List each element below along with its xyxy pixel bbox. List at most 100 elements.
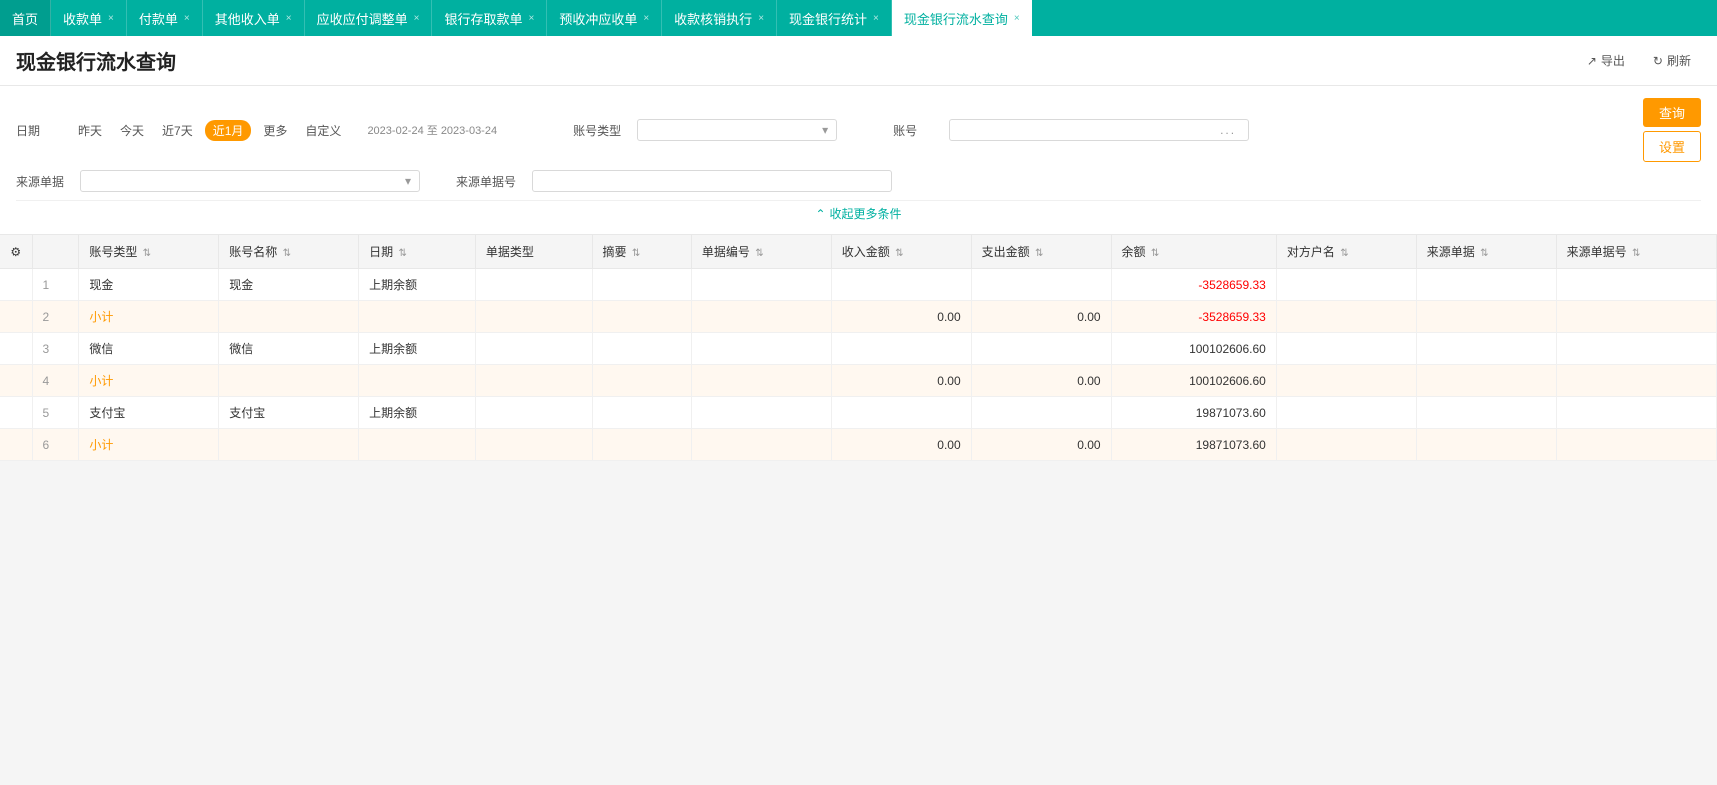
table-row[interactable]: 6 小计 0.00 0.00 19871073.60 bbox=[0, 429, 1717, 461]
nav-close-cash-flow[interactable]: × bbox=[1014, 13, 1020, 24]
sort-doc-no-icon[interactable]: ⇅ bbox=[755, 248, 763, 259]
table-row[interactable]: 5 支付宝 支付宝 上期余额 19871073.60 bbox=[0, 397, 1717, 429]
nav-close-writeoff[interactable]: × bbox=[758, 13, 764, 24]
source-doc-select[interactable]: ▾ bbox=[80, 170, 420, 192]
export-button[interactable]: ↗ 导出 bbox=[1577, 48, 1635, 73]
source-doc-no-input[interactable] bbox=[541, 174, 883, 188]
summary-cell bbox=[592, 365, 691, 397]
page-header: 现金银行流水查询 ↗ 导出 ↻ 刷新 bbox=[0, 36, 1717, 86]
row-num: 1 bbox=[32, 269, 79, 301]
date-option-custom[interactable]: 自定义 bbox=[299, 120, 347, 141]
doc-type-cell bbox=[475, 365, 592, 397]
query-button[interactable]: 查询 bbox=[1643, 98, 1701, 127]
nav-item-writeoff[interactable]: 收款核销执行 × bbox=[662, 0, 777, 36]
doc-type-cell bbox=[475, 301, 592, 333]
th-source-doc: 来源单据 ⇅ bbox=[1416, 235, 1556, 269]
gear-icon[interactable]: ⚙ bbox=[10, 245, 21, 259]
nav-item-payment[interactable]: 付款单 × bbox=[127, 0, 203, 36]
account-dots-btn[interactable]: ... bbox=[1216, 123, 1240, 137]
table-body: 1 现金 现金 上期余额 -3528659.33 2 小计 0.00 0.00 … bbox=[0, 269, 1717, 461]
balance-cell: 19871073.60 bbox=[1111, 429, 1276, 461]
account-input[interactable] bbox=[958, 123, 1212, 137]
source-doc-cell bbox=[1416, 269, 1556, 301]
counterpart-cell bbox=[1276, 397, 1416, 429]
refresh-label: 刷新 bbox=[1667, 52, 1691, 69]
account-type-cell: 现金 bbox=[79, 269, 219, 301]
table-row[interactable]: 1 现金 现金 上期余额 -3528659.33 bbox=[0, 269, 1717, 301]
th-doc-type: 单据类型 bbox=[475, 235, 592, 269]
nav-item-bank-deposit[interactable]: 银行存取款单 × bbox=[432, 0, 547, 36]
nav-close-cash-stat[interactable]: × bbox=[873, 13, 879, 24]
date-option-more[interactable]: 更多 bbox=[257, 120, 293, 141]
date-option-7days[interactable]: 近7天 bbox=[156, 120, 199, 141]
account-input-wrapper: ... bbox=[949, 119, 1249, 141]
counterpart-cell bbox=[1276, 429, 1416, 461]
nav-item-cash-flow[interactable]: 现金银行流水查询 × bbox=[892, 0, 1032, 36]
sort-balance-icon[interactable]: ⇅ bbox=[1151, 248, 1159, 259]
table-container: ⚙ 账号类型 ⇅ 账号名称 ⇅ 日期 ⇅ 单据类型 bbox=[0, 235, 1717, 461]
expense-cell bbox=[971, 397, 1111, 429]
source-doc-cell bbox=[1416, 365, 1556, 397]
date-option-1month[interactable]: 近1月 bbox=[205, 120, 252, 141]
table-row[interactable]: 4 小计 0.00 0.00 100102606.60 bbox=[0, 365, 1717, 397]
source-doc-no-label: 来源单据号 bbox=[456, 173, 516, 190]
nav-label-receipt: 收款单 bbox=[63, 9, 102, 28]
nav-close-other-income[interactable]: × bbox=[286, 13, 292, 24]
sort-account-type-icon[interactable]: ⇅ bbox=[143, 248, 151, 259]
nav-item-ar-ap-adjust[interactable]: 应收应付调整单 × bbox=[305, 0, 433, 36]
sort-source-doc-icon[interactable]: ⇅ bbox=[1480, 248, 1488, 259]
nav-label-bank-deposit: 银行存取款单 bbox=[444, 9, 522, 28]
doc-type-cell bbox=[475, 397, 592, 429]
th-expense-label: 支出金额 bbox=[982, 245, 1030, 259]
export-icon: ↗ bbox=[1587, 54, 1597, 68]
refresh-button[interactable]: ↻ 刷新 bbox=[1643, 48, 1701, 73]
export-label: 导出 bbox=[1601, 52, 1625, 69]
row-gear bbox=[0, 269, 32, 301]
sort-income-icon[interactable]: ⇅ bbox=[895, 248, 903, 259]
nav-item-home[interactable]: 首页 bbox=[0, 0, 51, 36]
account-type-cell: 小计 bbox=[79, 365, 219, 397]
sort-expense-icon[interactable]: ⇅ bbox=[1035, 248, 1043, 259]
table-row[interactable]: 2 小计 0.00 0.00 -3528659.33 bbox=[0, 301, 1717, 333]
date-cell: 上期余额 bbox=[359, 397, 476, 429]
collapse-bar[interactable]: ⌃ 收起更多条件 bbox=[16, 200, 1701, 226]
sort-source-doc-no-icon[interactable]: ⇅ bbox=[1632, 248, 1640, 259]
nav-close-bank-deposit[interactable]: × bbox=[528, 13, 534, 24]
nav-close-receipt[interactable]: × bbox=[108, 13, 114, 24]
nav-item-prepaid[interactable]: 预收冲应收单 × bbox=[547, 0, 662, 36]
expense-cell: 0.00 bbox=[971, 301, 1111, 333]
date-option-today[interactable]: 今天 bbox=[114, 120, 150, 141]
doc-no-cell bbox=[691, 365, 831, 397]
sort-account-name-icon[interactable]: ⇅ bbox=[283, 248, 291, 259]
top-nav: 首页 收款单 × 付款单 × 其他收入单 × 应收应付调整单 × 银行存取款单 … bbox=[0, 0, 1717, 36]
nav-close-prepaid[interactable]: × bbox=[643, 13, 649, 24]
nav-item-receipt[interactable]: 收款单 × bbox=[51, 0, 127, 36]
sort-date-icon[interactable]: ⇅ bbox=[398, 248, 406, 259]
counterpart-cell bbox=[1276, 269, 1416, 301]
doc-type-cell bbox=[475, 429, 592, 461]
row-gear bbox=[0, 333, 32, 365]
sort-counterpart-icon[interactable]: ⇅ bbox=[1340, 248, 1348, 259]
source-doc-no-cell bbox=[1556, 269, 1716, 301]
date-option-yesterday[interactable]: 昨天 bbox=[72, 120, 108, 141]
settings-button[interactable]: 设置 bbox=[1643, 131, 1701, 162]
doc-no-cell bbox=[691, 397, 831, 429]
account-type-select[interactable]: ▾ bbox=[637, 119, 837, 141]
account-type-label: 账号类型 bbox=[573, 122, 621, 139]
nav-item-other-income[interactable]: 其他收入单 × bbox=[203, 0, 305, 36]
summary-cell bbox=[592, 301, 691, 333]
source-doc-no-cell bbox=[1556, 301, 1716, 333]
th-income: 收入金额 ⇅ bbox=[831, 235, 971, 269]
source-doc-cell bbox=[1416, 397, 1556, 429]
nav-close-payment[interactable]: × bbox=[184, 13, 190, 24]
row-gear bbox=[0, 429, 32, 461]
account-type-cell: 小计 bbox=[79, 429, 219, 461]
expense-cell bbox=[971, 333, 1111, 365]
sort-summary-icon[interactable]: ⇅ bbox=[632, 248, 640, 259]
date-cell bbox=[359, 301, 476, 333]
nav-item-cash-stat[interactable]: 现金银行统计 × bbox=[777, 0, 892, 36]
source-doc-label: 来源单据 bbox=[16, 173, 64, 190]
nav-close-ar-ap-adjust[interactable]: × bbox=[414, 13, 420, 24]
table-row[interactable]: 3 微信 微信 上期余额 100102606.60 bbox=[0, 333, 1717, 365]
nav-label-ar-ap-adjust: 应收应付调整单 bbox=[317, 9, 408, 28]
